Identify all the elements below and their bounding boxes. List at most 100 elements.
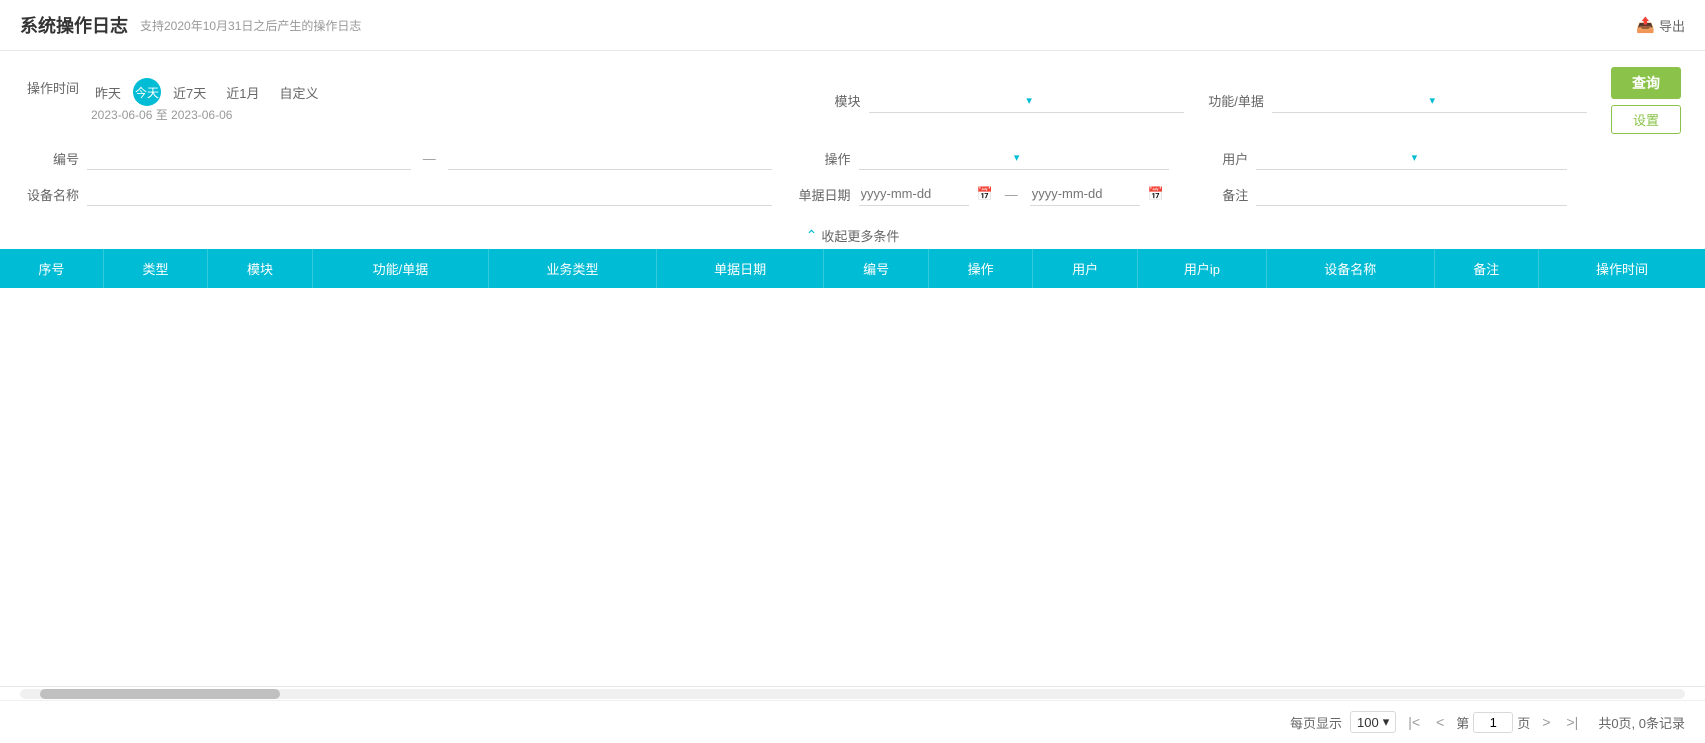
time-filter-group: 操作时间 昨天 今天 近7天 近1月 自定义 2023-06-06 至 2023…	[24, 78, 782, 123]
page-input[interactable]	[1473, 712, 1513, 733]
module-filter-group: 模块 ▾	[806, 89, 1185, 113]
device-label: 设备名称	[24, 185, 79, 204]
user-label: 用户	[1193, 149, 1248, 168]
func-label: 功能/单据	[1208, 91, 1264, 110]
time-range-display: 2023-06-06 至 2023-06-06	[91, 106, 327, 123]
page-size-value: 100	[1357, 715, 1379, 730]
device-filter-group: 设备名称	[24, 182, 772, 206]
operation-select[interactable]: ▾	[859, 146, 1170, 170]
table-col-功能/单据: 功能/单据	[312, 249, 488, 288]
prev-page-button[interactable]: <	[1432, 712, 1448, 732]
device-input[interactable]	[87, 182, 772, 206]
calendar-icon-from[interactable]: 📅	[977, 186, 993, 202]
user-filter-group: 用户 ▾	[1193, 146, 1567, 170]
table-col-备注: 备注	[1434, 249, 1538, 288]
export-button[interactable]: 📤 导出	[1636, 16, 1685, 35]
date-input-to[interactable]	[1030, 182, 1140, 206]
remark-label: 备注	[1193, 185, 1248, 204]
export-icon: 📤	[1636, 16, 1655, 34]
voucher-date-label: 单据日期	[796, 185, 851, 204]
table-col-类型: 类型	[103, 249, 207, 288]
collapse-button[interactable]: ⌃ 收起更多条件	[806, 226, 900, 245]
func-dropdown-arrow: ▾	[1429, 94, 1585, 107]
page-unit: 页	[1517, 713, 1530, 732]
remark-filter-group: 备注	[1193, 182, 1567, 206]
last-page-button[interactable]: >|	[1563, 712, 1583, 732]
query-button[interactable]: 查询	[1611, 67, 1681, 99]
filter-rows: 操作时间 昨天 今天 近7天 近1月 自定义 2023-06-06 至 2023…	[24, 67, 1681, 249]
operation-label: 操作	[796, 149, 851, 168]
date-input-from[interactable]	[859, 182, 969, 206]
page-label: 第	[1456, 713, 1469, 732]
module-select-text	[871, 93, 1027, 108]
data-table: 序号类型模块功能/单据业务类型单据日期编号操作用户用户ip设备名称备注操作时间	[0, 249, 1705, 288]
export-label: 导出	[1659, 16, 1685, 35]
number-label: 编号	[24, 149, 79, 168]
page-size-label: 每页显示	[1290, 713, 1342, 732]
scrollbar-thumb[interactable]	[40, 689, 280, 699]
module-label: 模块	[806, 91, 861, 110]
settings-button[interactable]: 设置	[1611, 105, 1681, 134]
time-btn-7days[interactable]: 近7天	[165, 81, 214, 104]
collapse-label: 收起更多条件	[821, 226, 899, 245]
module-select[interactable]: ▾	[869, 89, 1185, 113]
table-col-编号: 编号	[824, 249, 928, 288]
time-label: 操作时间	[24, 78, 79, 97]
user-select[interactable]: ▾	[1256, 146, 1567, 170]
func-filter-group: 功能/单据 ▾	[1208, 89, 1587, 113]
filter-row-1: 操作时间 昨天 今天 近7天 近1月 自定义 2023-06-06 至 2023…	[24, 67, 1681, 134]
pagination-bar: 每页显示 100 ▾ |< < 第 页 > >| 共0页, 0条记录	[0, 700, 1705, 743]
filter-row-3: 设备名称 单据日期 📅 — 📅 备注	[24, 182, 1681, 206]
first-page-button[interactable]: |<	[1404, 712, 1424, 732]
table-header: 序号类型模块功能/单据业务类型单据日期编号操作用户用户ip设备名称备注操作时间	[0, 249, 1705, 288]
table-col-业务类型: 业务类型	[489, 249, 657, 288]
time-buttons: 昨天 今天 近7天 近1月 自定义	[87, 78, 327, 106]
horizontal-scrollbar[interactable]	[0, 686, 1705, 700]
table-col-操作时间: 操作时间	[1539, 249, 1705, 288]
operation-dropdown-arrow: ▾	[1014, 151, 1167, 164]
table-col-用户ip: 用户ip	[1137, 249, 1266, 288]
time-btn-custom[interactable]: 自定义	[271, 81, 326, 104]
calendar-icon-to[interactable]: 📅	[1148, 186, 1164, 202]
time-btn-yesterday[interactable]: 昨天	[87, 81, 129, 104]
time-controls: 昨天 今天 近7天 近1月 自定义 2023-06-06 至 2023-06-0…	[87, 78, 327, 123]
number-input-from[interactable]	[87, 146, 411, 170]
date-dash: —	[1001, 187, 1022, 202]
time-btn-1month[interactable]: 近1月	[218, 81, 267, 104]
page-title: 系统操作日志	[20, 12, 128, 38]
table-col-模块: 模块	[208, 249, 312, 288]
user-select-text	[1258, 150, 1411, 165]
module-dropdown-arrow: ▾	[1026, 94, 1182, 107]
func-select[interactable]: ▾	[1272, 89, 1587, 113]
operation-filter-group: 操作 ▾	[796, 146, 1170, 170]
filter-row-2: 编号 — 操作 ▾ 用户	[24, 146, 1681, 170]
collapse-chevron-icon: ⌃	[806, 227, 818, 244]
table-empty-area	[0, 288, 1705, 628]
next-page-button[interactable]: >	[1538, 712, 1554, 732]
number-input-to[interactable]	[448, 146, 772, 170]
page-subtitle: 支持2020年10月31日之后产生的操作日志	[140, 17, 361, 34]
action-buttons: 查询 设置	[1611, 67, 1681, 134]
table-header-row: 序号类型模块功能/单据业务类型单据日期编号操作用户用户ip设备名称备注操作时间	[0, 249, 1705, 288]
total-info: 共0页, 0条记录	[1598, 713, 1685, 732]
header-left: 系统操作日志 支持2020年10月31日之后产生的操作日志	[20, 12, 361, 38]
page-size-arrow: ▾	[1383, 714, 1390, 730]
number-dash: —	[419, 151, 440, 166]
func-select-text	[1274, 93, 1430, 108]
scrollbar-track	[20, 689, 1685, 699]
table-col-单据日期: 单据日期	[656, 249, 824, 288]
page-wrapper: 系统操作日志 支持2020年10月31日之后产生的操作日志 📤 导出 操作时间 …	[0, 0, 1705, 743]
table-col-操作: 操作	[928, 249, 1032, 288]
operation-select-text	[861, 150, 1014, 165]
page-size-select[interactable]: 100 ▾	[1350, 711, 1396, 733]
collapse-row: ⌃ 收起更多条件	[24, 218, 1681, 249]
remark-input[interactable]	[1256, 182, 1567, 206]
table-section: 序号类型模块功能/单据业务类型单据日期编号操作用户用户ip设备名称备注操作时间	[0, 249, 1705, 686]
page-header: 系统操作日志 支持2020年10月31日之后产生的操作日志 📤 导出	[0, 0, 1705, 51]
time-btn-today[interactable]: 今天	[133, 78, 161, 106]
voucher-date-filter-group: 单据日期 📅 — 📅	[796, 182, 1170, 206]
table-col-序号: 序号	[0, 249, 103, 288]
filter-panel: 操作时间 昨天 今天 近7天 近1月 自定义 2023-06-06 至 2023…	[0, 51, 1705, 249]
table-col-用户: 用户	[1033, 249, 1137, 288]
table-col-设备名称: 设备名称	[1266, 249, 1434, 288]
